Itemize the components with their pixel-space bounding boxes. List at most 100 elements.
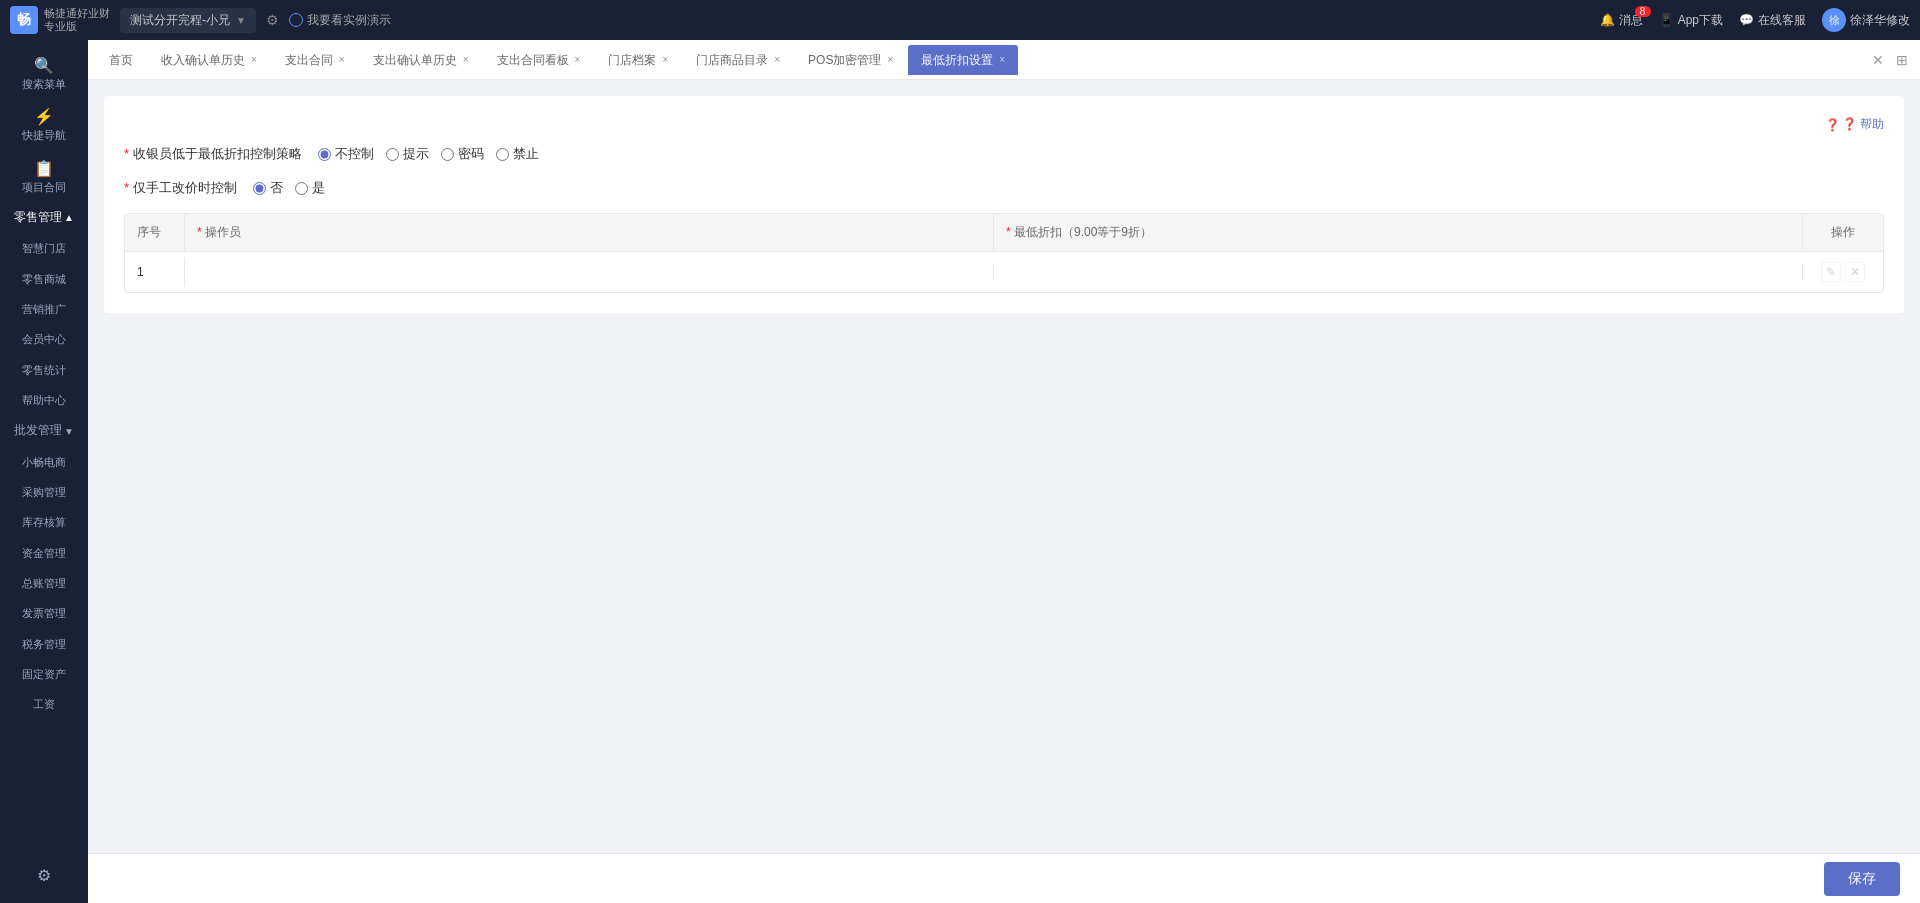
project-dropdown-arrow: ▼ bbox=[236, 15, 246, 26]
demo-link[interactable]: 我要看实例演示 bbox=[289, 12, 391, 29]
settings-icon[interactable]: ⚙ bbox=[266, 12, 279, 28]
tab-close-store-file[interactable]: × bbox=[662, 55, 668, 65]
table-body: 1 ✎ ✕ bbox=[125, 252, 1883, 292]
th-operator: 操作员 bbox=[185, 214, 994, 251]
service-icon: 💬 bbox=[1739, 13, 1754, 27]
project-selector[interactable]: 测试分开完程-小兄 ▼ bbox=[120, 8, 256, 33]
tab-close-pos-password[interactable]: × bbox=[887, 55, 893, 65]
form-row-strategy: 收银员低于最低折扣控制策略 不控制 提示 密码 bbox=[124, 145, 1884, 163]
topbar-right: 🔔 消息 8 📱 App下载 💬 在线客服 徐 徐泽华修改 bbox=[1600, 8, 1910, 32]
project-name: 测试分开完程-小兄 bbox=[130, 12, 230, 29]
bell-icon: 🔔 bbox=[1600, 13, 1615, 27]
sidebar-item-project[interactable]: 📋 项目合同 bbox=[0, 151, 88, 202]
save-button[interactable]: 保存 bbox=[1824, 862, 1900, 896]
strategy-radio-group: 不控制 提示 密码 禁止 bbox=[318, 145, 539, 163]
row-delete-button[interactable]: ✕ bbox=[1845, 262, 1865, 282]
sidebar-item-wholesale[interactable]: 批发管理 ▼ bbox=[0, 415, 88, 447]
sidebar-item-stats[interactable]: 零售统计 bbox=[0, 355, 88, 385]
table-row: 1 ✎ ✕ bbox=[125, 252, 1883, 292]
download-icon: 📱 bbox=[1659, 13, 1674, 27]
radio-yes[interactable]: 是 bbox=[295, 179, 325, 197]
tab-close-payment-confirm-history[interactable]: × bbox=[463, 55, 469, 65]
notifications-button[interactable]: 🔔 消息 8 bbox=[1600, 12, 1643, 29]
tab-close-store-goods[interactable]: × bbox=[774, 55, 780, 65]
retail-expand-arrow: ▲ bbox=[64, 212, 74, 223]
logo: 畅 畅捷通好业财 专业版 bbox=[10, 6, 110, 34]
td-seq: 1 bbox=[125, 257, 185, 287]
content-area: 首页 收入确认单历史 × 支出合同 × 支出确认单历史 × 支出合同看板 × 门… bbox=[88, 40, 1920, 903]
tab-store-goods[interactable]: 门店商品目录 × bbox=[683, 45, 793, 75]
field2-label: 仅手工改价时控制 bbox=[124, 179, 237, 197]
form-row-manual-control: 仅手工改价时控制 否 是 bbox=[124, 179, 1884, 197]
close-tab-button[interactable]: ✕ bbox=[1868, 50, 1888, 70]
th-discount: 最低折扣（9.00等于9折） bbox=[994, 214, 1803, 251]
tab-close-payment-contract[interactable]: × bbox=[339, 55, 345, 65]
sidebar-item-inventory[interactable]: 库存核算 bbox=[0, 507, 88, 537]
sidebar-item-search[interactable]: 🔍 搜索菜单 bbox=[0, 48, 88, 99]
tab-payment-confirm-history[interactable]: 支出确认单历史 × bbox=[360, 45, 482, 75]
td-action: ✎ ✕ bbox=[1803, 254, 1883, 290]
radio-prompt[interactable]: 提示 bbox=[386, 145, 429, 163]
th-seq: 序号 bbox=[125, 214, 185, 251]
tab-store-file[interactable]: 门店档案 × bbox=[595, 45, 681, 75]
manual-control-radio-group: 否 是 bbox=[253, 179, 325, 197]
table-header: 序号 操作员 最低折扣（9.00等于9折） 操作 bbox=[125, 214, 1883, 252]
online-service-button[interactable]: 💬 在线客服 bbox=[1739, 12, 1806, 29]
tab-income-history[interactable]: 收入确认单历史 × bbox=[148, 45, 270, 75]
project-icon: 📋 bbox=[34, 159, 54, 178]
tab-payment-contract-board[interactable]: 支出合同看板 × bbox=[484, 45, 594, 75]
main-layout: 🔍 搜索菜单 ⚡ 快捷导航 📋 项目合同 零售管理 ▲ 智慧门店 零售商城 营销… bbox=[0, 40, 1920, 903]
field1-label: 收银员低于最低折扣控制策略 bbox=[124, 145, 302, 163]
search-icon: 🔍 bbox=[34, 56, 54, 75]
tab-pos-password[interactable]: POS加密管理 × bbox=[795, 45, 906, 75]
quicknav-icon: ⚡ bbox=[34, 107, 54, 126]
sidebar-settings-button[interactable]: ⚙ bbox=[33, 858, 55, 893]
row-edit-button[interactable]: ✎ bbox=[1821, 262, 1841, 282]
logo-text: 畅捷通好业财 专业版 bbox=[44, 7, 110, 33]
radio-password[interactable]: 密码 bbox=[441, 145, 484, 163]
settings-icon: ⚙ bbox=[37, 866, 51, 885]
tab-close-payment-contract-board[interactable]: × bbox=[575, 55, 581, 65]
user-menu-button[interactable]: 徐 徐泽华修改 bbox=[1822, 8, 1910, 32]
sidebar-item-invoice[interactable]: 发票管理 bbox=[0, 598, 88, 628]
tab-menu-button[interactable]: ⊞ bbox=[1892, 50, 1912, 70]
avatar: 徐 bbox=[1822, 8, 1846, 32]
sidebar-item-quicknav[interactable]: ⚡ 快捷导航 bbox=[0, 99, 88, 150]
discount-table: 序号 操作员 最低折扣（9.00等于9折） 操作 1 bbox=[124, 213, 1884, 293]
radio-no-control[interactable]: 不控制 bbox=[318, 145, 374, 163]
help-link[interactable]: ❓ ❓ 帮助 bbox=[1825, 116, 1884, 133]
notifications-badge: 8 bbox=[1635, 6, 1651, 17]
help-icon: ❓ bbox=[1825, 118, 1840, 132]
sidebar: 🔍 搜索菜单 ⚡ 快捷导航 📋 项目合同 零售管理 ▲ 智慧门店 零售商城 营销… bbox=[0, 40, 88, 903]
sidebar-item-tax[interactable]: 税务管理 bbox=[0, 629, 88, 659]
bottom-bar: 保存 bbox=[88, 853, 1920, 903]
sidebar-item-member[interactable]: 会员中心 bbox=[0, 324, 88, 354]
radio-forbid[interactable]: 禁止 bbox=[496, 145, 539, 163]
sidebar-item-ecom[interactable]: 小畅电商 bbox=[0, 447, 88, 477]
tabbar: 首页 收入确认单历史 × 支出合同 × 支出确认单历史 × 支出合同看板 × 门… bbox=[88, 40, 1920, 80]
tab-min-discount[interactable]: 最低折扣设置 × bbox=[908, 45, 1018, 75]
sidebar-item-online-shop[interactable]: 零售商城 bbox=[0, 264, 88, 294]
tabbar-actions: ✕ ⊞ bbox=[1868, 50, 1912, 70]
sidebar-item-capital[interactable]: 资金管理 bbox=[0, 538, 88, 568]
sidebar-item-smart-store[interactable]: 智慧门店 bbox=[0, 233, 88, 263]
sidebar-item-assets[interactable]: 固定资产 bbox=[0, 659, 88, 689]
sidebar-item-purchase[interactable]: 采购管理 bbox=[0, 477, 88, 507]
app-download-button[interactable]: 📱 App下载 bbox=[1659, 12, 1723, 29]
tab-payment-contract[interactable]: 支出合同 × bbox=[272, 45, 358, 75]
td-operator bbox=[185, 264, 994, 280]
wholesale-expand-arrow: ▼ bbox=[64, 426, 74, 437]
topbar: 畅 畅捷通好业财 专业版 测试分开完程-小兄 ▼ ⚙ 我要看实例演示 🔔 消息 … bbox=[0, 0, 1920, 40]
sidebar-item-ledger[interactable]: 总账管理 bbox=[0, 568, 88, 598]
tab-close-min-discount[interactable]: × bbox=[999, 55, 1005, 65]
td-discount bbox=[994, 264, 1803, 280]
sidebar-item-help[interactable]: 帮助中心 bbox=[0, 385, 88, 415]
tab-close-income-history[interactable]: × bbox=[251, 55, 257, 65]
demo-icon bbox=[289, 13, 303, 27]
sidebar-item-retail[interactable]: 零售管理 ▲ bbox=[0, 202, 88, 234]
th-action: 操作 bbox=[1803, 214, 1883, 251]
radio-no[interactable]: 否 bbox=[253, 179, 283, 197]
tab-home[interactable]: 首页 bbox=[96, 45, 146, 75]
sidebar-item-payroll[interactable]: 工资 bbox=[0, 689, 88, 719]
sidebar-item-marketing[interactable]: 营销推广 bbox=[0, 294, 88, 324]
